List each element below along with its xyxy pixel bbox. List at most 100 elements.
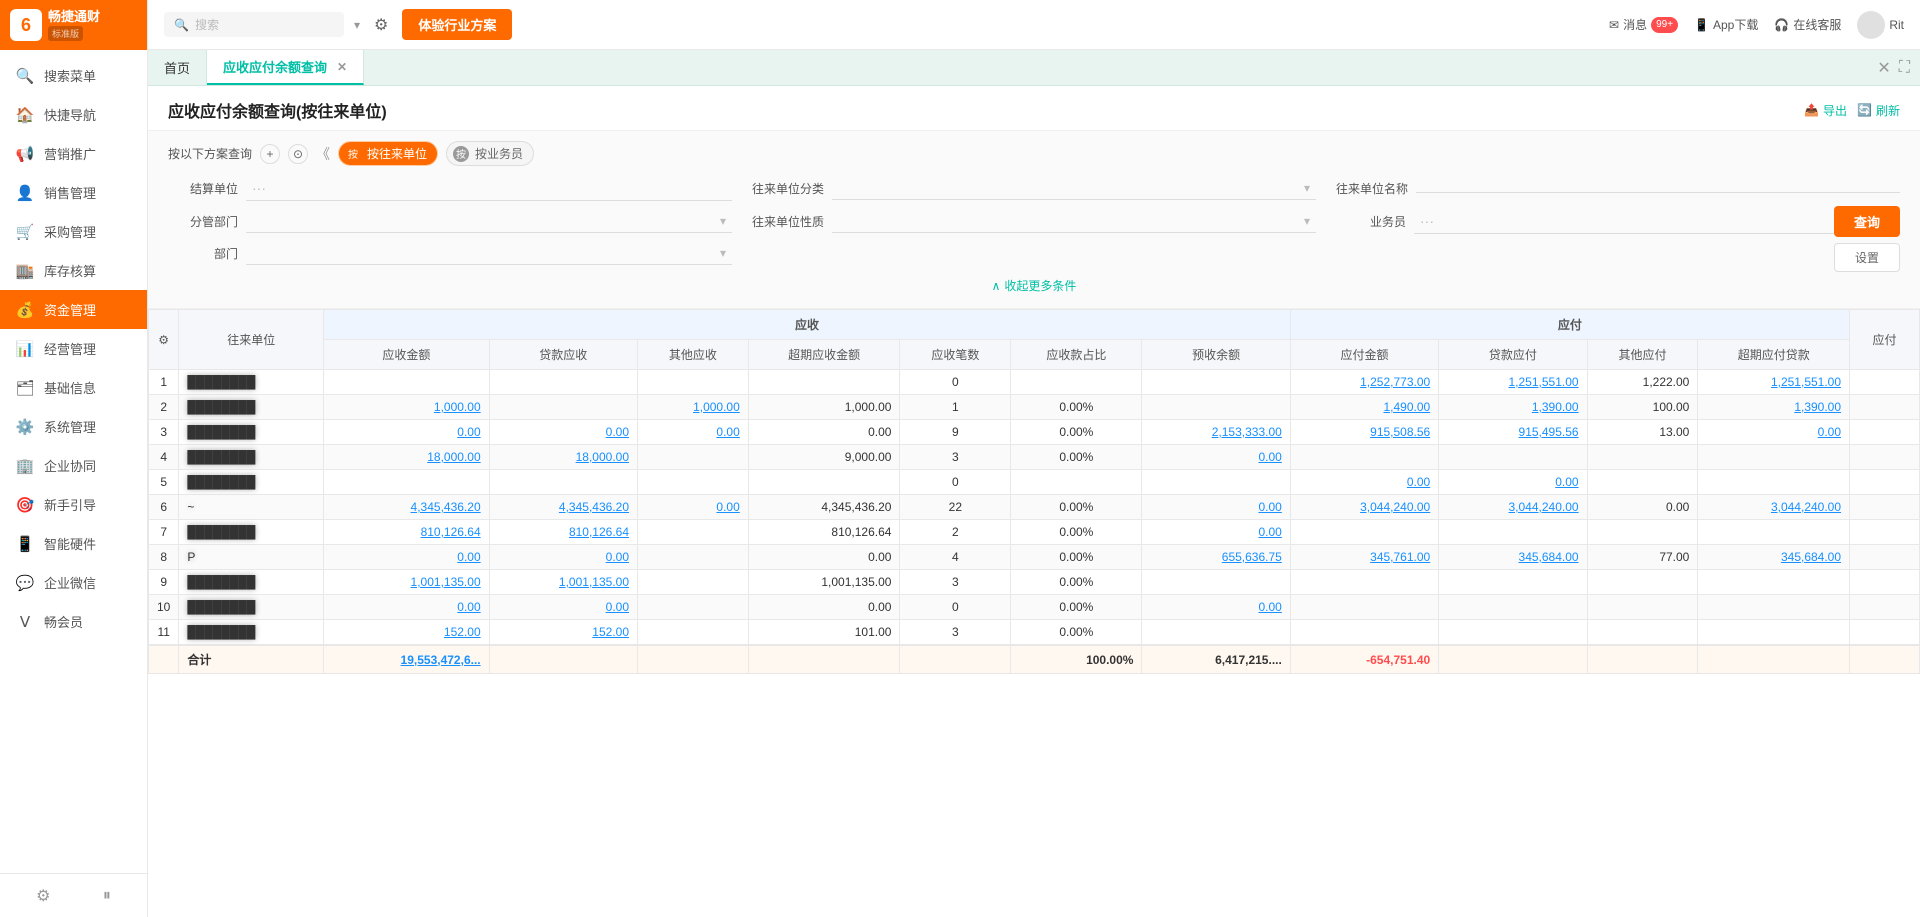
row-ar-amount[interactable]: 18,000.00 [324, 445, 489, 470]
row-ar-amount[interactable]: 4,345,436.20 [324, 495, 489, 520]
filter-add-button[interactable]: + [260, 144, 280, 164]
filter-input-dept[interactable]: ▾ [246, 210, 732, 233]
row-ar-loan[interactable]: 0.00 [489, 420, 637, 445]
row-ar-prepay[interactable]: 0.00 [1142, 520, 1290, 545]
row-ap-amount[interactable]: 1,490.00 [1290, 395, 1438, 420]
row-ap-loan [1439, 570, 1587, 595]
th-settings[interactable]: ⚙ [149, 310, 179, 370]
row-ar-amount[interactable]: 0.00 [324, 545, 489, 570]
sidebar-item-quick-nav[interactable]: 🏠快捷导航 [0, 95, 147, 134]
row-ap-overdue[interactable]: 345,684.00 [1698, 545, 1850, 570]
row-ap-amount [1290, 570, 1438, 595]
row-ap-loan[interactable]: 0.00 [1439, 470, 1587, 495]
sidebar-label-beginner: 新手引导 [44, 495, 96, 514]
plan-button[interactable]: 体验行业方案 [402, 9, 512, 40]
row-ar-amount[interactable]: 0.00 [324, 420, 489, 445]
row-ar-prepay[interactable]: 0.00 [1142, 595, 1290, 620]
row-ap-loan[interactable]: 915,495.56 [1439, 420, 1587, 445]
row-ap-overdue[interactable]: 1,390.00 [1698, 395, 1850, 420]
messages-button[interactable]: ✉ 消息 99+ [1609, 16, 1678, 33]
export-button[interactable]: 📤 导出 [1804, 102, 1847, 119]
row-ap-loan[interactable]: 1,251,551.00 [1439, 370, 1587, 395]
row-ap-amount[interactable]: 0.00 [1290, 470, 1438, 495]
topbar-gear-icon[interactable]: ⚙ [374, 15, 388, 35]
row-ar-prepay[interactable]: 0.00 [1142, 495, 1290, 520]
filter-input-settlement[interactable]: ··· [246, 176, 732, 201]
collapse-sidebar-icon[interactable]: ⏸ [99, 883, 115, 909]
sidebar-item-member[interactable]: Ⅴ畅会员 [0, 602, 147, 641]
filter-scheme-item-employee[interactable]: 按 按业务员 [446, 141, 534, 166]
filter-scheme-settings-button[interactable]: ⊙ [288, 144, 308, 164]
row-ar-other[interactable]: 0.00 [638, 495, 749, 520]
filter-scheme-collapse-button[interactable]: 《 [316, 144, 330, 164]
row-ar-prepay[interactable]: 0.00 [1142, 445, 1290, 470]
row-ar-loan[interactable]: 0.00 [489, 595, 637, 620]
tab-ar-ap-query[interactable]: 应收应付余额查询 ✕ [207, 50, 364, 85]
row-ap-amount[interactable]: 1,252,773.00 [1290, 370, 1438, 395]
row-ar-prepay[interactable]: 655,636.75 [1142, 545, 1290, 570]
row-ar-loan[interactable]: 152.00 [489, 620, 637, 646]
row-ar-amount[interactable]: 152.00 [324, 620, 489, 646]
sidebar-item-system[interactable]: ⚙️系统管理 [0, 407, 147, 446]
row-ap-amount[interactable]: 345,761.00 [1290, 545, 1438, 570]
settings-footer-icon[interactable]: ⚙ [32, 882, 54, 910]
row-ar-other[interactable]: 1,000.00 [638, 395, 749, 420]
row-ap-loan[interactable]: 1,390.00 [1439, 395, 1587, 420]
settings-button[interactable]: 设置 [1834, 243, 1900, 272]
user-menu[interactable]: Rit [1857, 11, 1904, 39]
footer-ar-amount[interactable]: 19,553,472,6... [324, 645, 489, 674]
row-ar-loan[interactable]: 810,126.64 [489, 520, 637, 545]
row-ap-overdue[interactable]: 1,251,551.00 [1698, 370, 1850, 395]
tab-close-icon[interactable]: ✕ [337, 60, 347, 74]
sidebar-item-inventory[interactable]: 🏬库存核算 [0, 251, 147, 290]
topbar-dropdown-icon[interactable]: ▾ [354, 18, 360, 32]
collapse-icon: ∧ [992, 279, 1001, 293]
row-ap-loan[interactable]: 3,044,240.00 [1439, 495, 1587, 520]
sidebar-item-search-menu[interactable]: 🔍搜索菜单 [0, 56, 147, 95]
sidebar-item-purchase[interactable]: 🛒采购管理 [0, 212, 147, 251]
row-ar-loan[interactable]: 0.00 [489, 545, 637, 570]
sidebar-item-marketing[interactable]: 📢营销推广 [0, 134, 147, 173]
sidebar-item-wechat[interactable]: 💬企业微信 [0, 563, 147, 602]
row-ar-other[interactable]: 0.00 [638, 420, 749, 445]
row-ar-amount[interactable]: 810,126.64 [324, 520, 489, 545]
query-button[interactable]: 查询 [1834, 206, 1900, 237]
maximize-icon[interactable]: ⛶ [1899, 59, 1910, 77]
sidebar-item-beginner[interactable]: 🎯新手引导 [0, 485, 147, 524]
row-ar-amount[interactable]: 1,000.00 [324, 395, 489, 420]
filter-input-department[interactable]: ▾ [246, 242, 732, 265]
row-ar-prepay[interactable]: 2,153,333.00 [1142, 420, 1290, 445]
row-ar-amount[interactable]: 0.00 [324, 595, 489, 620]
row-ap-loan[interactable]: 345,684.00 [1439, 545, 1587, 570]
sidebar-item-sales[interactable]: 👤销售管理 [0, 173, 147, 212]
row-ap-overdue[interactable]: 0.00 [1698, 420, 1850, 445]
filter-input-partner-name[interactable] [1416, 184, 1900, 193]
filter-input-partner-category[interactable]: ▾ [832, 177, 1316, 200]
topbar-search[interactable]: 🔍 搜索 [164, 12, 344, 37]
row-ap-loan [1439, 620, 1587, 646]
filter-scheme-item-partner[interactable]: 按 按往来单位 [338, 141, 438, 166]
sidebar-item-enterprise[interactable]: 🏢企业协同 [0, 446, 147, 485]
row-ap-amount[interactable]: 915,508.56 [1290, 420, 1438, 445]
filter-collapse-button[interactable]: ∧ 收起更多条件 [992, 273, 1077, 298]
row-ap-overdue[interactable]: 3,044,240.00 [1698, 495, 1850, 520]
filter-input-partner-type[interactable]: ▾ [832, 210, 1316, 233]
row-ap-overdue [1698, 470, 1850, 495]
sidebar-item-management[interactable]: 📊经营管理 [0, 329, 147, 368]
sidebar-item-basic[interactable]: 🗂基础信息 [0, 368, 147, 407]
tab-home[interactable]: 首页 [148, 50, 207, 85]
row-ar-loan[interactable]: 4,345,436.20 [489, 495, 637, 520]
row-ap-amount [1290, 620, 1438, 646]
filter-action-buttons: 查询 设置 [1834, 206, 1900, 272]
row-ar-loan[interactable]: 1,001,135.00 [489, 570, 637, 595]
filter-input-salesperson[interactable]: ··· [1414, 209, 1900, 234]
row-ar-loan[interactable]: 18,000.00 [489, 445, 637, 470]
sidebar-item-smart-hw[interactable]: 📱智能硬件 [0, 524, 147, 563]
close-window-icon[interactable]: ✕ [1877, 58, 1890, 78]
online-service-button[interactable]: 🎧 在线客服 [1774, 16, 1841, 33]
refresh-button[interactable]: 🔄 刷新 [1857, 102, 1900, 119]
app-download-button[interactable]: 📱 App下载 [1694, 16, 1758, 33]
row-ap-amount[interactable]: 3,044,240.00 [1290, 495, 1438, 520]
row-ar-amount[interactable]: 1,001,135.00 [324, 570, 489, 595]
sidebar-item-finance[interactable]: 💰资金管理 [0, 290, 147, 329]
